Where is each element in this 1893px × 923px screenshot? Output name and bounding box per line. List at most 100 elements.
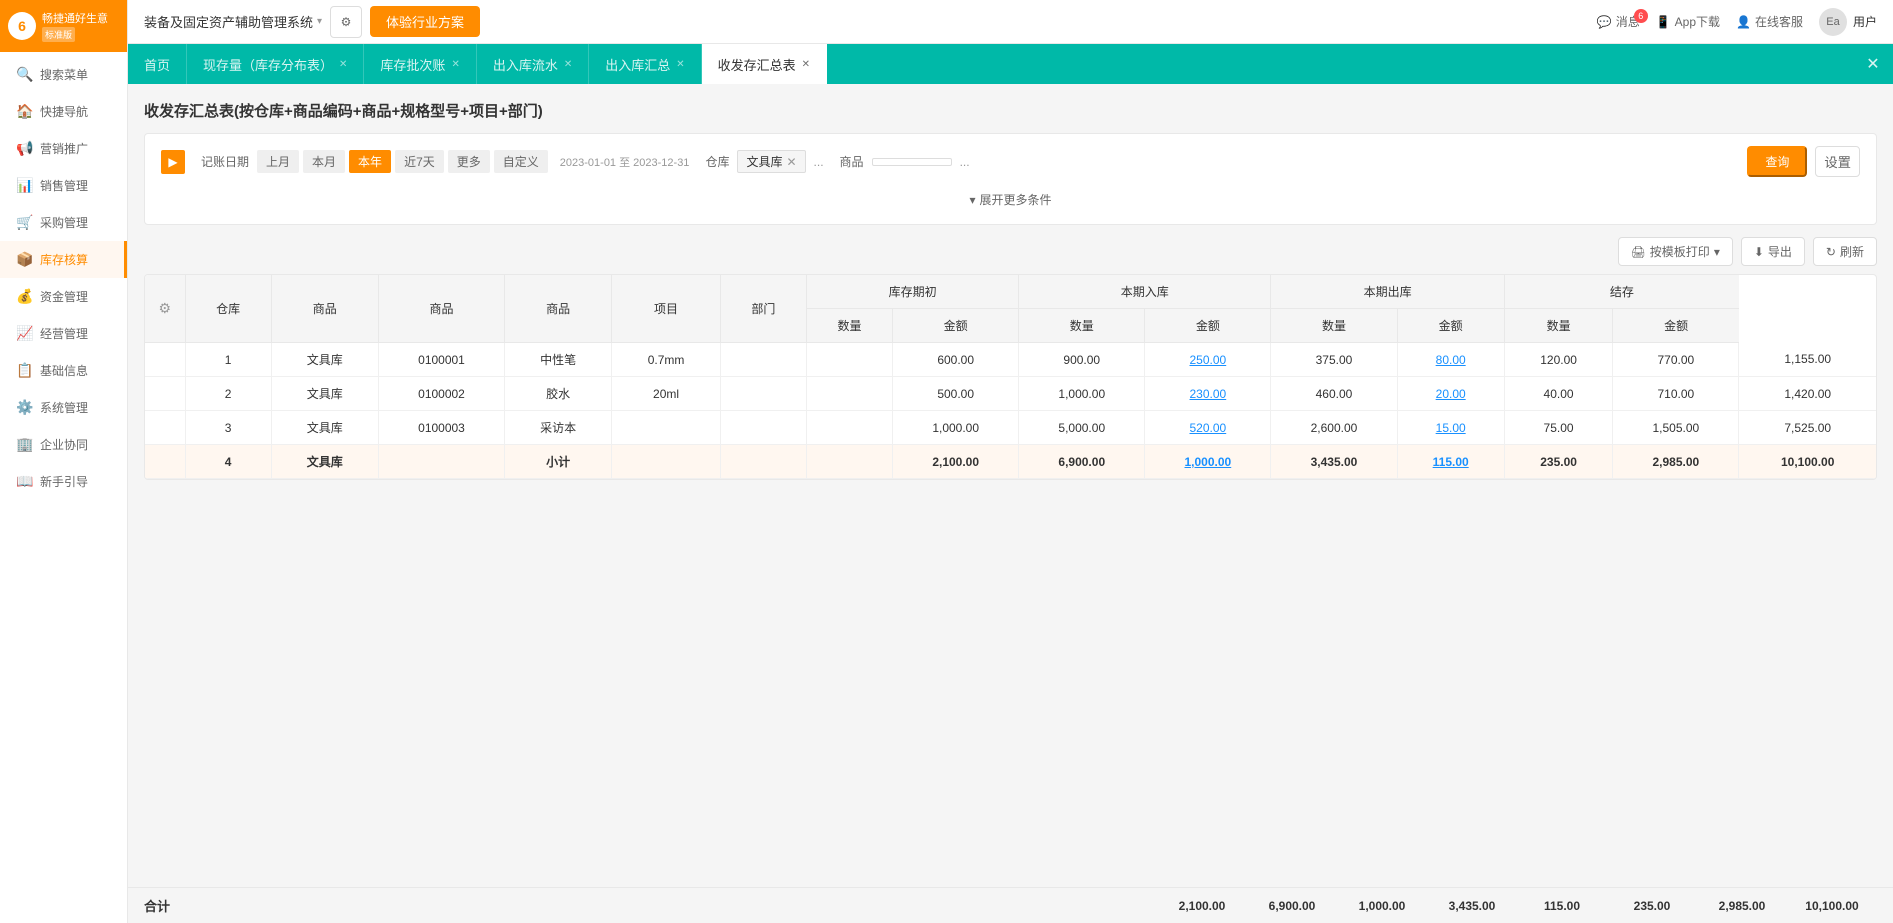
tab-bar-close-button[interactable]: ✕ — [1853, 44, 1893, 84]
row-spec — [612, 411, 720, 445]
row-spec: 0.7mm — [612, 343, 720, 377]
sales-icon: 📊 — [16, 177, 32, 194]
export-button[interactable]: ⬇ 导出 — [1741, 237, 1805, 266]
row-balance-amt: 10,100.00 — [1739, 445, 1876, 479]
warehouse-tag[interactable]: 文具库 ✕ — [737, 150, 805, 173]
filter-toggle-button[interactable]: ▶ — [161, 150, 185, 174]
sidebar-menu: 🔍 搜索菜单 🏠 快捷导航 📢 营销推广 📊 销售管理 🛒 采购管理 📦 库存核… — [0, 52, 127, 923]
row-project — [720, 411, 806, 445]
warehouse-more[interactable]: ... — [814, 155, 824, 169]
row-out-qty-link[interactable]: 80.00 — [1436, 353, 1466, 367]
row-balance-amt: 1,155.00 — [1739, 343, 1876, 377]
table-row: 2文具库0100002胶水20ml500.001,000.00230.00460… — [145, 377, 1876, 411]
tab-home[interactable]: 首页 — [128, 44, 187, 84]
refresh-button[interactable]: ↻ 刷新 — [1813, 237, 1877, 266]
sidebar-item-inventory[interactable]: 📦 库存核算 — [0, 241, 127, 278]
col-settings-icon[interactable]: ⚙ — [158, 300, 171, 316]
tab-receive-send-summary-label: 收发存汇总表 — [718, 55, 796, 74]
online-service-button[interactable]: 👤 在线客服 — [1736, 13, 1803, 30]
row-out-qty[interactable]: 15.00 — [1397, 411, 1504, 445]
goods-input-placeholder[interactable] — [872, 158, 952, 166]
row-name: 中性笔 — [505, 343, 612, 377]
date-btn-more[interactable]: 更多 — [448, 150, 490, 173]
table-row: 3文具库0100003采访本1,000.005,000.00520.002,60… — [145, 411, 1876, 445]
row-in-qty-link[interactable]: 250.00 — [1190, 353, 1227, 367]
print-button[interactable]: 🖨 按模板打印 ▾ — [1618, 237, 1733, 266]
row-in-qty-link[interactable]: 1,000.00 — [1185, 455, 1232, 469]
tab-in-out-flow[interactable]: 出入库流水 ✕ — [477, 44, 589, 84]
tab-receive-send-summary[interactable]: 收发存汇总表 ✕ — [702, 44, 827, 84]
tab-in-out-summary[interactable]: 出入库汇总 ✕ — [589, 44, 701, 84]
app-download-button[interactable]: 📱 App下载 — [1656, 13, 1720, 30]
sidebar-item-purchase[interactable]: 🛒 采购管理 — [0, 204, 127, 241]
row-in-qty-link[interactable]: 520.00 — [1190, 421, 1227, 435]
row-in-qty[interactable]: 1,000.00 — [1145, 445, 1271, 479]
settings-button[interactable]: ⚙ — [330, 6, 362, 38]
row-balance-qty: 710.00 — [1613, 377, 1739, 411]
tab-close-icon[interactable]: ✕ — [564, 59, 572, 70]
system-selector[interactable]: 装备及固定资产辅助管理系统 ▾ — [144, 12, 322, 31]
tab-close-icon[interactable]: ✕ — [802, 59, 810, 70]
expand-more-button[interactable]: ▾ 展开更多条件 — [961, 187, 1059, 212]
sidebar-item-enterprise[interactable]: 🏢 企业协同 — [0, 426, 127, 463]
sidebar-item-sales[interactable]: 📊 销售管理 — [0, 167, 127, 204]
sidebar-item-operation[interactable]: 📈 经营管理 — [0, 315, 127, 352]
tab-close-icon[interactable]: ✕ — [451, 59, 459, 70]
date-btn-this-year[interactable]: 本年 — [349, 150, 391, 173]
tab-batch-label: 库存批次账 — [380, 55, 445, 74]
tab-close-icon[interactable]: ✕ — [676, 59, 684, 70]
message-button[interactable]: 💬 消息 6 — [1597, 13, 1640, 30]
row-out-qty[interactable]: 80.00 — [1397, 343, 1504, 377]
row-out-qty-link[interactable]: 115.00 — [1433, 455, 1469, 469]
goods-label: 商品 — [840, 153, 864, 170]
row-in-qty[interactable]: 250.00 — [1145, 343, 1271, 377]
row-out-qty[interactable]: 20.00 — [1397, 377, 1504, 411]
tab-batch[interactable]: 库存批次账 ✕ — [364, 44, 476, 84]
row-project — [720, 377, 806, 411]
table-toolbar: 🖨 按模板打印 ▾ ⬇ 导出 ↻ 刷新 — [144, 237, 1877, 266]
row-in-amt: 2,600.00 — [1271, 411, 1397, 445]
row-code: 0100002 — [378, 377, 504, 411]
row-dept — [806, 343, 892, 377]
avatar: Ea — [1819, 8, 1847, 36]
total-opening-qty: 2,100.00 — [1157, 899, 1247, 913]
user-menu[interactable]: Ea 用户 — [1819, 8, 1877, 36]
sidebar: 6 畅捷通好生意 标准版 🔍 搜索菜单 🏠 快捷导航 📢 营销推广 📊 销售管理… — [0, 0, 128, 923]
sidebar-item-search[interactable]: 🔍 搜索菜单 — [0, 56, 127, 93]
row-out-qty-link[interactable]: 20.00 — [1436, 387, 1466, 401]
service-label: 在线客服 — [1755, 13, 1803, 30]
row-warehouse: 文具库 — [271, 377, 378, 411]
sidebar-item-marketing[interactable]: 📢 营销推广 — [0, 130, 127, 167]
settings-button-inline[interactable]: 设置 — [1815, 146, 1860, 177]
row-opening-amt: 6,900.00 — [1019, 445, 1145, 479]
warehouse-tag-close-icon[interactable]: ✕ — [786, 155, 796, 169]
date-btn-7days[interactable]: 近7天 — [395, 150, 444, 173]
row-in-qty[interactable]: 520.00 — [1145, 411, 1271, 445]
sidebar-item-quick-nav[interactable]: 🏠 快捷导航 — [0, 93, 127, 130]
row-index: 1 — [185, 343, 271, 377]
tab-close-icon[interactable]: ✕ — [339, 59, 347, 70]
finance-icon: 💰 — [16, 288, 32, 305]
sidebar-item-basic[interactable]: 📋 基础信息 — [0, 352, 127, 389]
date-btn-custom[interactable]: 自定义 — [494, 150, 548, 173]
page-title: 收发存汇总表(按仓库+商品编码+商品+规格型号+项目+部门) — [144, 100, 1877, 121]
query-button[interactable]: 查询 — [1747, 146, 1807, 177]
trial-button[interactable]: 体验行业方案 — [370, 6, 480, 37]
sidebar-item-system[interactable]: ⚙️ 系统管理 — [0, 389, 127, 426]
date-btn-last-month[interactable]: 上月 — [257, 150, 299, 173]
row-out-qty-link[interactable]: 15.00 — [1436, 421, 1466, 435]
row-in-amt: 375.00 — [1271, 343, 1397, 377]
sidebar-item-finance[interactable]: 💰 资金管理 — [0, 278, 127, 315]
sidebar-logo[interactable]: 6 畅捷通好生意 标准版 — [0, 0, 127, 52]
top-header: 装备及固定资产辅助管理系统 ▾ ⚙ 体验行业方案 💬 消息 6 📱 App下载 … — [128, 0, 1893, 44]
message-badge: 6 — [1634, 9, 1648, 23]
row-in-qty-link[interactable]: 230.00 — [1190, 387, 1227, 401]
tab-inventory-dist[interactable]: 现存量（库存分布表） ✕ — [187, 44, 364, 84]
row-settings-cell — [145, 377, 185, 411]
sidebar-item-guide[interactable]: 📖 新手引导 — [0, 463, 127, 500]
date-btn-this-month[interactable]: 本月 — [303, 150, 345, 173]
row-in-qty[interactable]: 230.00 — [1145, 377, 1271, 411]
row-out-qty[interactable]: 115.00 — [1397, 445, 1504, 479]
goods-more[interactable]: ... — [960, 155, 970, 169]
row-spec: 20ml — [612, 377, 720, 411]
